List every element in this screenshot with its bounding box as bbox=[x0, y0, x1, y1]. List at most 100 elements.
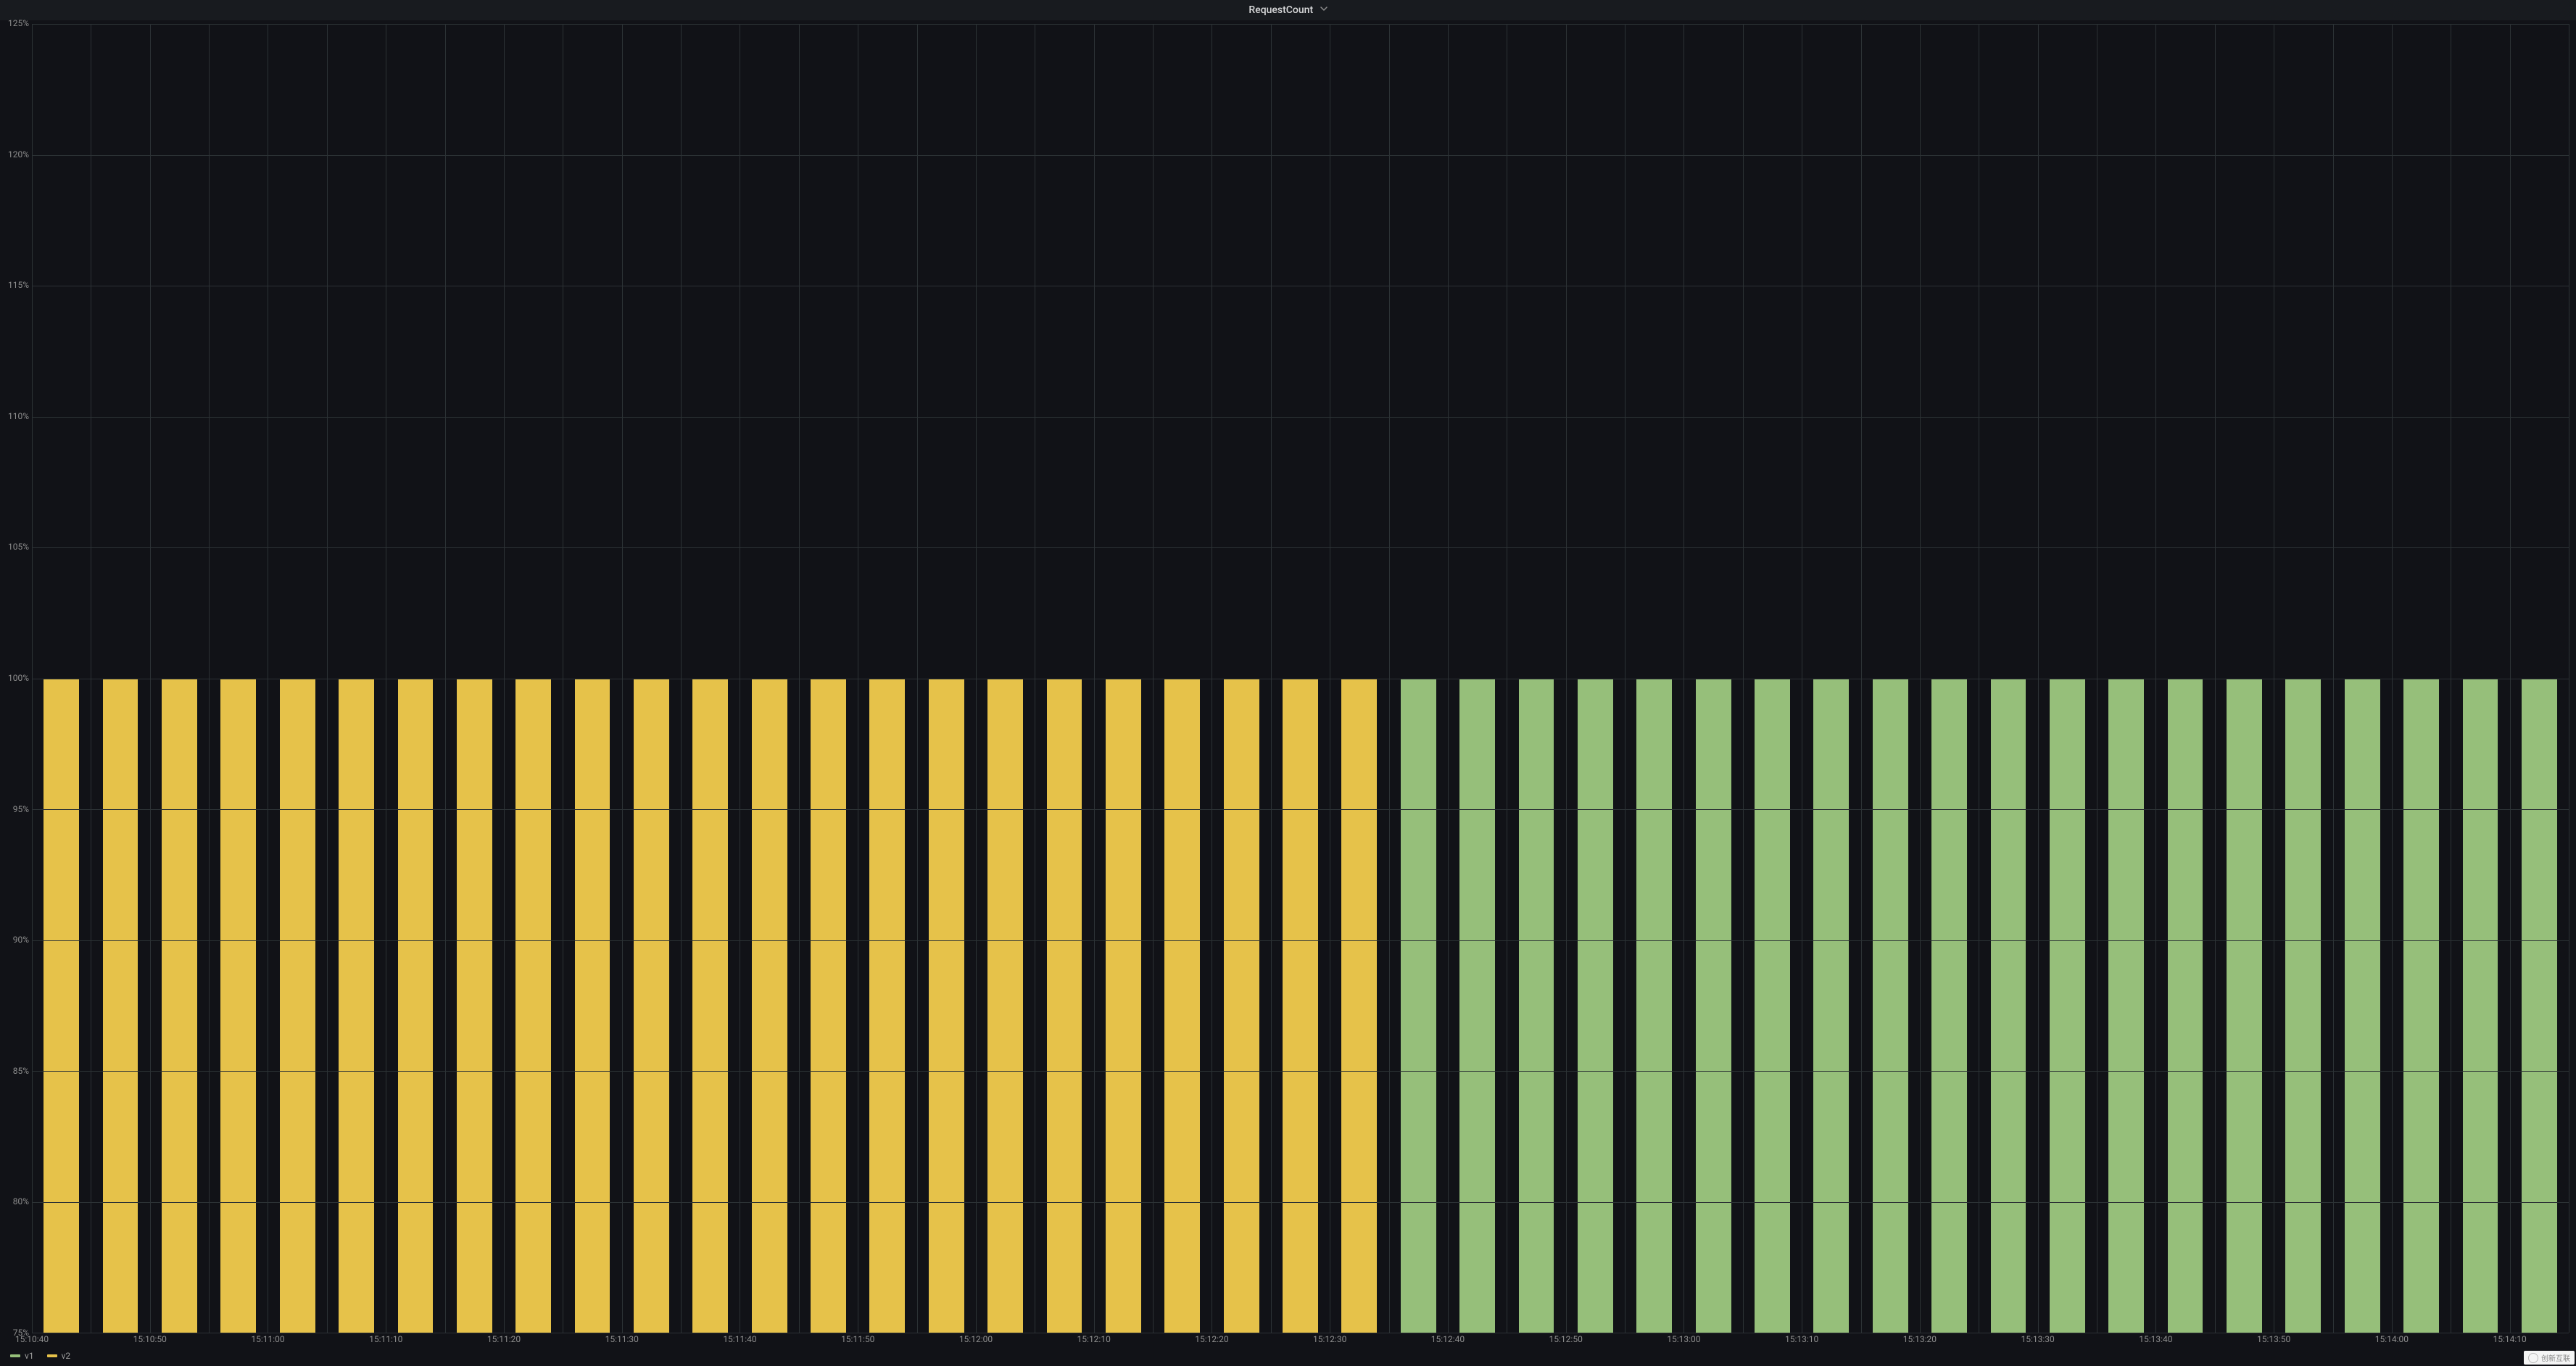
grid-line-vertical bbox=[2333, 24, 2334, 1333]
bar[interactable] bbox=[2345, 679, 2380, 1333]
legend: v1 v2 bbox=[0, 1346, 2576, 1366]
bar[interactable] bbox=[1459, 679, 1495, 1333]
bar[interactable] bbox=[515, 679, 551, 1333]
x-tick-label: 15:12:00 bbox=[959, 1334, 993, 1344]
bar[interactable] bbox=[1636, 679, 1672, 1333]
bar[interactable] bbox=[103, 679, 138, 1333]
bar[interactable] bbox=[1991, 679, 2026, 1333]
watermark-icon bbox=[2528, 1353, 2538, 1363]
bar[interactable] bbox=[162, 679, 197, 1333]
x-tick-label: 15:11:10 bbox=[369, 1334, 402, 1344]
watermark-label: 创新互联 bbox=[2541, 1352, 2570, 1363]
grid-line-vertical bbox=[1920, 24, 1921, 1333]
bar[interactable] bbox=[692, 679, 728, 1333]
bar[interactable] bbox=[2050, 679, 2085, 1333]
bar[interactable] bbox=[2285, 679, 2321, 1333]
x-tick-label: 15:11:20 bbox=[487, 1334, 521, 1344]
grid-line-horizontal bbox=[32, 547, 2569, 548]
bar[interactable] bbox=[1813, 679, 1849, 1333]
bar[interactable] bbox=[398, 679, 434, 1333]
bar[interactable] bbox=[1401, 679, 1436, 1333]
bar[interactable] bbox=[1047, 679, 1082, 1333]
grid-line-horizontal bbox=[32, 24, 2569, 25]
grid-line-vertical bbox=[150, 24, 151, 1333]
y-tick-label: 80% bbox=[13, 1196, 29, 1206]
grid-line-horizontal bbox=[32, 809, 2569, 810]
x-tick-label: 15:11:00 bbox=[251, 1334, 284, 1344]
x-tick-label: 15:12:10 bbox=[1077, 1334, 1111, 1344]
bar[interactable] bbox=[220, 679, 256, 1333]
x-tick-label: 15:11:30 bbox=[605, 1334, 639, 1344]
bar[interactable] bbox=[1106, 679, 1141, 1333]
x-tick-label: 15:14:10 bbox=[2493, 1334, 2526, 1344]
bar[interactable] bbox=[2463, 679, 2498, 1333]
grid-line-vertical bbox=[1153, 24, 1154, 1333]
grid-line-vertical bbox=[1566, 24, 1567, 1333]
bar[interactable] bbox=[1873, 679, 1908, 1333]
bar[interactable] bbox=[811, 679, 846, 1333]
legend-swatch bbox=[47, 1354, 57, 1357]
bar[interactable] bbox=[1696, 679, 1731, 1333]
grid-line-vertical bbox=[2510, 24, 2511, 1333]
grid-line-vertical bbox=[2038, 24, 2039, 1333]
x-tick-label: 15:10:40 bbox=[15, 1334, 49, 1344]
chevron-down-icon bbox=[1320, 0, 1328, 20]
x-tick-label: 15:12:40 bbox=[1431, 1334, 1465, 1344]
x-tick-label: 15:10:50 bbox=[133, 1334, 167, 1344]
legend-swatch bbox=[10, 1354, 20, 1357]
bar[interactable] bbox=[280, 679, 315, 1333]
y-tick-label: 85% bbox=[13, 1066, 29, 1076]
bar[interactable] bbox=[457, 679, 492, 1333]
bar[interactable] bbox=[1755, 679, 1790, 1333]
grid-line-vertical bbox=[209, 24, 210, 1333]
bar[interactable] bbox=[1578, 679, 1613, 1333]
grid-line-vertical bbox=[622, 24, 623, 1333]
bar[interactable] bbox=[2227, 679, 2262, 1333]
grid-line-horizontal bbox=[32, 940, 2569, 941]
x-tick-label: 15:13:20 bbox=[1903, 1334, 1937, 1344]
bar[interactable] bbox=[1283, 679, 1318, 1333]
x-tick-label: 15:13:30 bbox=[2021, 1334, 2055, 1344]
grid-line-vertical bbox=[504, 24, 505, 1333]
bar[interactable] bbox=[987, 679, 1023, 1333]
grid-line-vertical bbox=[1389, 24, 1390, 1333]
chart-area: 75%80%85%90%95%100%105%110%115%120%125% bbox=[0, 20, 2576, 1333]
y-tick-label: 110% bbox=[8, 411, 29, 421]
bar[interactable] bbox=[1519, 679, 1554, 1333]
grid-line-vertical bbox=[976, 24, 977, 1333]
x-tick-label: 15:12:20 bbox=[1195, 1334, 1228, 1344]
grid-line-vertical bbox=[1094, 24, 1095, 1333]
bar[interactable] bbox=[1224, 679, 1259, 1333]
y-tick-label: 90% bbox=[13, 935, 29, 945]
legend-item[interactable]: v2 bbox=[47, 1351, 71, 1361]
chart-panel: RequestCount 75%80%85%90%95%100%105%110%… bbox=[0, 0, 2576, 1366]
bar[interactable] bbox=[2403, 679, 2439, 1333]
grid-line-vertical bbox=[1861, 24, 1862, 1333]
y-tick-label: 125% bbox=[8, 18, 29, 28]
panel-title[interactable]: RequestCount bbox=[0, 0, 2576, 20]
grid-line-vertical bbox=[681, 24, 682, 1333]
bar[interactable] bbox=[634, 679, 669, 1333]
bar[interactable] bbox=[869, 679, 905, 1333]
bar[interactable] bbox=[929, 679, 964, 1333]
x-tick-label: 15:12:50 bbox=[1549, 1334, 1583, 1344]
grid-line-vertical bbox=[1271, 24, 1272, 1333]
bar[interactable] bbox=[575, 679, 610, 1333]
bar[interactable] bbox=[1164, 679, 1200, 1333]
bar[interactable] bbox=[2522, 679, 2557, 1333]
x-tick-label: 15:13:10 bbox=[1785, 1334, 1818, 1344]
bar[interactable] bbox=[1931, 679, 1967, 1333]
grid-line-vertical bbox=[799, 24, 800, 1333]
bar[interactable] bbox=[339, 679, 374, 1333]
grid-line-horizontal bbox=[32, 417, 2569, 418]
legend-item[interactable]: v1 bbox=[10, 1351, 34, 1361]
grid-line-vertical bbox=[917, 24, 918, 1333]
bar[interactable] bbox=[1341, 679, 1377, 1333]
y-tick-label: 115% bbox=[8, 280, 29, 290]
bar[interactable] bbox=[752, 679, 787, 1333]
bar[interactable] bbox=[2108, 679, 2144, 1333]
bar[interactable] bbox=[2168, 679, 2203, 1333]
x-tick-label: 15:11:40 bbox=[723, 1334, 756, 1344]
plot-area[interactable] bbox=[32, 23, 2569, 1333]
bar[interactable] bbox=[44, 679, 79, 1333]
